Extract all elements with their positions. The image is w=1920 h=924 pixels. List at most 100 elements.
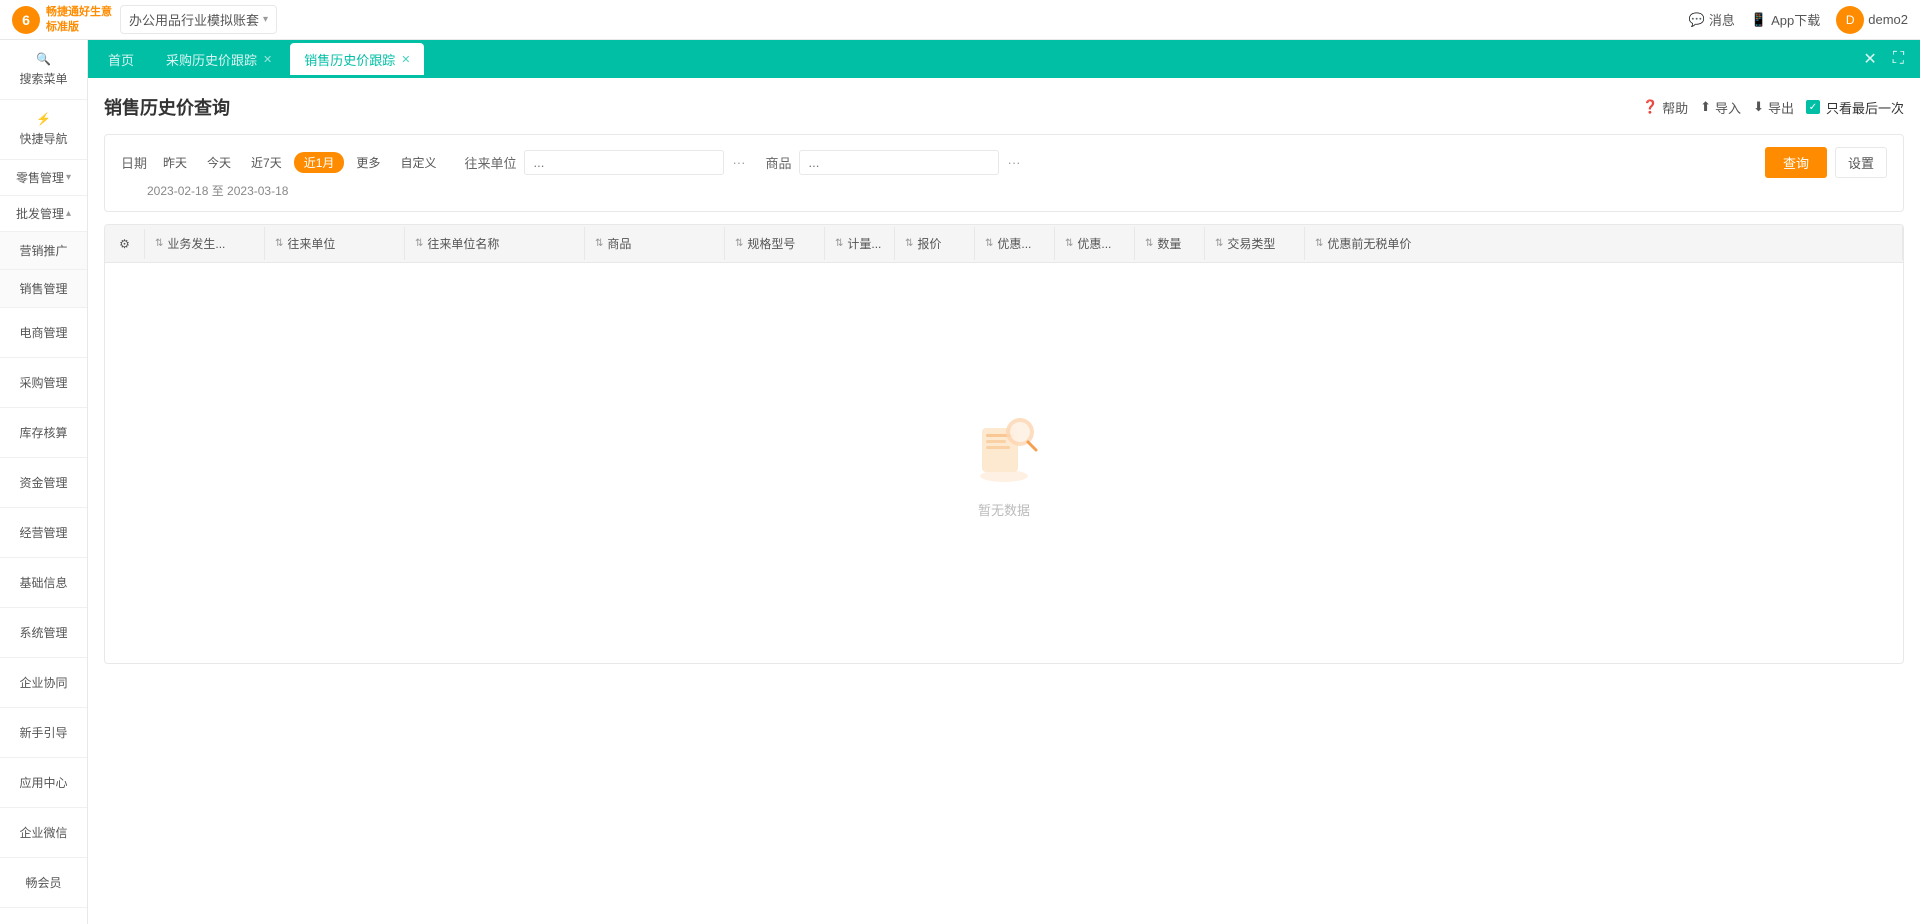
th-unit-name[interactable]: ⇅ 往来单位名称 [405,227,585,260]
sidebar-item-operations[interactable]: 经营管理 [0,508,87,558]
header-right: 💬 消息 📱 App下载 D demo2 [1689,6,1908,34]
sort-icon: ⇅ [415,238,423,249]
tab-bar: 首页 采购历史价跟踪 ✕ 销售历史价跟踪 ✕ ✕ ⛶ [88,40,1920,78]
date-filter-group: 日期 昨天 今天 近7天 近1月 更多 自定义 [121,152,444,173]
chevron-up-icon: ▴ [66,208,71,219]
table-container: ⚙ ⇅ 业务发生... ⇅ 往来单位 ⇅ 往来单位名称 [104,224,1904,664]
close-all-tabs-button[interactable]: ✕ [1859,47,1880,71]
page-actions: ❓ 帮助 ⬆ 导入 ⬇ 导出 ✓ 只看最后一次 [1642,98,1904,117]
date-tab-more[interactable]: 更多 [348,152,388,173]
tab-home[interactable]: 首页 [94,43,148,75]
table-body: 暂无数据 [105,263,1903,663]
settings-button[interactable]: 设置 [1835,147,1887,178]
maximize-button[interactable]: ⛶ [1889,48,1908,70]
th-date[interactable]: ⇅ 业务发生... [145,227,265,260]
filter-row-1: 日期 昨天 今天 近7天 近1月 更多 自定义 往来单位 [121,147,1887,178]
th-trade-type[interactable]: ⇅ 交易类型 [1205,227,1305,260]
filter-actions: 查询 设置 [1765,147,1887,178]
main-layout: 🔍 搜索菜单 ⚡ 快捷导航 零售管理 ▾ 批发管理 ▴ 营销推广 销售管理 电商… [0,40,1920,924]
empty-text: 暂无数据 [978,500,1030,519]
top-header: 6 畅捷通好生意 标准版 办公用品行业模拟账套 ▾ 💬 消息 📱 App下载 D… [0,0,1920,40]
app-selector[interactable]: 办公用品行业模拟账套 ▾ [120,5,277,34]
sidebar-item-app-center[interactable]: 应用中心 [0,758,87,808]
sidebar-item-basic-info[interactable]: 基础信息 [0,558,87,608]
sidebar-item-search-menu[interactable]: 🔍 搜索菜单 [0,40,87,100]
last-only-checkbox[interactable]: ✓ [1806,100,1820,114]
tab-close-purchase[interactable]: ✕ [263,53,272,66]
product-picker-button[interactable]: ··· [1007,155,1020,170]
tab-close-sales[interactable]: ✕ [401,53,410,66]
help-button[interactable]: ❓ 帮助 [1642,98,1688,117]
sidebar-item-wholesale-mgmt[interactable]: 批发管理 ▴ [0,196,87,232]
sidebar-item-system[interactable]: 系统管理 [0,608,87,658]
logo-icon: 6 [12,6,40,34]
tab-sales-history[interactable]: 销售历史价跟踪 ✕ [290,43,424,75]
sort-icon: ⇅ [595,238,603,249]
sort-icon: ⇅ [1065,238,1073,249]
import-button[interactable]: ⬆ 导入 [1700,98,1741,117]
sidebar-item-ecommerce[interactable]: 电商管理 [0,308,87,358]
sidebar-item-membership[interactable]: 畅会员 [0,858,87,908]
th-price[interactable]: ⇅ 报价 [895,227,975,260]
sidebar-item-finance[interactable]: 资金管理 [0,458,87,508]
sidebar-item-marketing[interactable]: 营销推广 [0,232,87,270]
sort-icon: ⇅ [835,238,843,249]
th-spec[interactable]: ⇅ 规格型号 [725,227,825,260]
sort-icon: ⇅ [735,238,743,249]
header-left: 6 畅捷通好生意 标准版 办公用品行业模拟账套 ▾ [12,5,277,34]
th-qty[interactable]: ⇅ 数量 [1135,227,1205,260]
date-tabs: 昨天 今天 近7天 近1月 更多 自定义 [155,152,444,173]
unit-filter-group: 往来单位 ··· [464,150,745,175]
page-title: 销售历史价查询 [104,94,230,120]
chevron-down-icon: ▾ [66,172,71,183]
sidebar-item-guide[interactable]: 新手引导 [0,708,87,758]
export-button[interactable]: ⬇ 导出 [1753,98,1794,117]
avatar: D [1836,6,1864,34]
sidebar-item-retail-mgmt[interactable]: 零售管理 ▾ [0,160,87,196]
tab-purchase-history[interactable]: 采购历史价跟踪 ✕ [152,43,286,75]
sidebar-item-enterprise[interactable]: 企业协同 [0,658,87,708]
th-discount1[interactable]: ⇅ 优惠... [975,227,1055,260]
sidebar: 🔍 搜索菜单 ⚡ 快捷导航 零售管理 ▾ 批发管理 ▴ 营销推广 销售管理 电商… [0,40,88,924]
sidebar-item-wechat[interactable]: 企业微信 [0,808,87,858]
chevron-down-icon: ▾ [263,14,268,25]
logo-text: 畅捷通好生意 标准版 [46,5,112,34]
th-product[interactable]: ⇅ 商品 [585,227,725,260]
sort-icon: ⇅ [1315,238,1323,249]
unit-picker-button[interactable]: ··· [732,155,745,170]
th-notax-price[interactable]: ⇅ 优惠前无税单价 [1305,227,1903,260]
message-icon: 💬 [1689,12,1705,28]
th-unit[interactable]: ⇅ 计量... [825,227,895,260]
product-label: 商品 [765,153,791,172]
date-tab-7days[interactable]: 近7天 [243,152,290,173]
sidebar-item-sales-mgmt[interactable]: 销售管理 [0,270,87,308]
date-tab-yesterday[interactable]: 昨天 [155,152,195,173]
message-action[interactable]: 💬 消息 [1689,10,1735,29]
empty-illustration [964,408,1044,488]
sidebar-item-inventory[interactable]: 库存核算 [0,408,87,458]
import-icon: ⬆ [1700,99,1711,115]
th-discount2[interactable]: ⇅ 优惠... [1055,227,1135,260]
user-action[interactable]: D demo2 [1836,6,1908,34]
last-only-group: ✓ 只看最后一次 [1806,98,1904,117]
date-tab-1month[interactable]: 近1月 [294,152,345,173]
query-button[interactable]: 查询 [1765,147,1827,178]
sidebar-item-purchase[interactable]: 采购管理 [0,358,87,408]
sort-icon: ⇅ [1145,238,1153,249]
th-settings[interactable]: ⚙ [105,229,145,259]
product-input[interactable] [799,150,999,175]
table-header: ⚙ ⇅ 业务发生... ⇅ 往来单位 ⇅ 往来单位名称 [105,225,1903,263]
app-download-action[interactable]: 📱 App下载 [1751,10,1820,29]
page-title-bar: 销售历史价查询 ❓ 帮助 ⬆ 导入 ⬇ 导出 ✓ [104,94,1904,120]
sort-icon: ⇅ [275,238,283,249]
date-tab-today[interactable]: 今天 [199,152,239,173]
sidebar-item-quick-nav[interactable]: ⚡ 快捷导航 [0,100,87,160]
nav-icon: ⚡ [36,112,51,126]
date-tab-custom[interactable]: 自定义 [392,152,444,173]
content-area: 首页 采购历史价跟踪 ✕ 销售历史价跟踪 ✕ ✕ ⛶ 销售历史价查询 [88,40,1920,924]
search-icon: 🔍 [36,52,51,66]
sort-icon: ⇅ [155,238,163,249]
unit-input[interactable] [524,150,724,175]
th-unit-code[interactable]: ⇅ 往来单位 [265,227,405,260]
logo-area: 6 畅捷通好生意 标准版 [12,5,112,34]
